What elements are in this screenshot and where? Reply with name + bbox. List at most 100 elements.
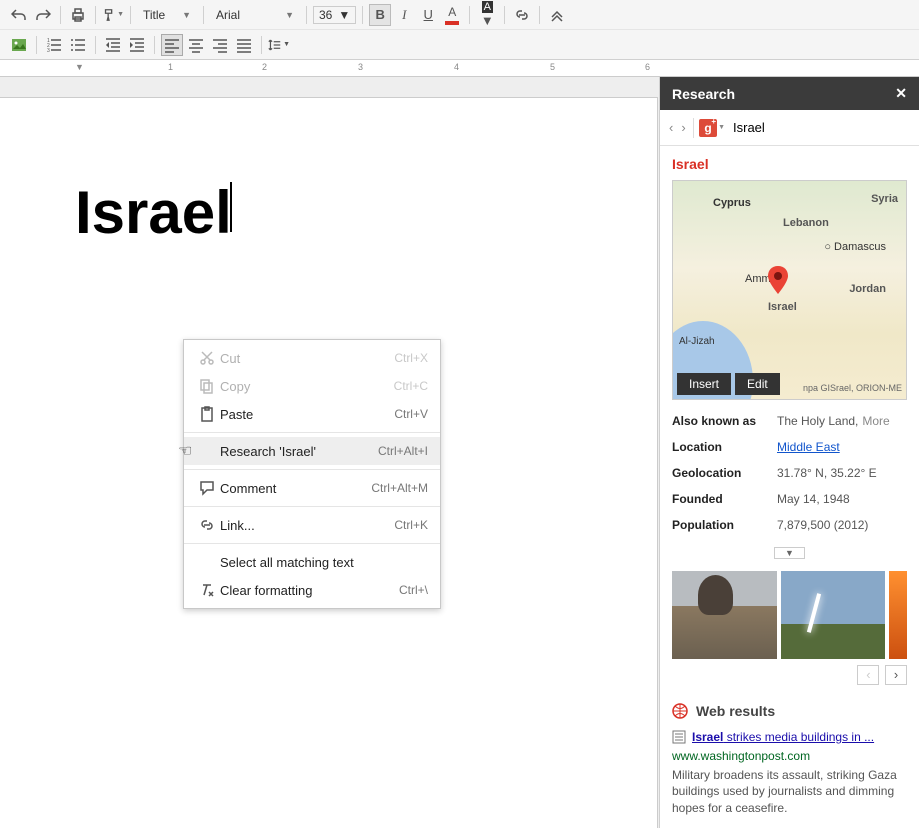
highlight-color-button[interactable]: A▼ [476, 4, 498, 26]
separator [539, 6, 540, 24]
research-title: Research [672, 86, 735, 102]
ctx-shortcut: Ctrl+V [394, 407, 428, 421]
bulleted-list-button[interactable] [67, 34, 89, 56]
style-value: Title [143, 8, 165, 22]
thumbnail-image[interactable] [781, 571, 886, 659]
horizontal-ruler[interactable]: ▼ 1 2 3 4 5 6 [0, 60, 919, 77]
ruler-number: 6 [645, 62, 650, 72]
insert-image-button[interactable] [8, 34, 30, 56]
research-search-input[interactable] [731, 118, 911, 137]
font-size-select[interactable]: 36 ▼ [313, 6, 356, 24]
size-value: 36 [319, 8, 332, 22]
italic-button[interactable]: I [393, 4, 415, 26]
ctx-paste[interactable]: Paste Ctrl+V [184, 400, 440, 428]
separator [504, 6, 505, 24]
bold-button[interactable]: B [369, 4, 391, 26]
news-icon [672, 730, 686, 744]
chevron-down-icon: ▼ [182, 10, 191, 20]
close-icon[interactable]: ✕ [895, 85, 907, 102]
print-button[interactable] [67, 4, 89, 26]
text-cursor [230, 182, 232, 232]
text-color-button[interactable]: A [441, 4, 463, 26]
align-right-button[interactable] [209, 34, 231, 56]
document-title-text[interactable]: Israel [75, 179, 232, 246]
ctx-label: Paste [218, 407, 394, 422]
ruler-number: 2 [262, 62, 267, 72]
info-row-location: Location Middle East [672, 434, 907, 460]
line-spacing-button[interactable]: ▼ [268, 34, 290, 56]
web-results-section: Web results Israel strikes media buildin… [672, 703, 907, 817]
thumbnail-nav: ‹ › [672, 665, 907, 685]
toolbar-formatting: ▼ Title ▼ Arial▼ 36 ▼ B I U A A▼ [0, 0, 919, 30]
google-plus-icon: g+ [699, 119, 717, 137]
redo-button[interactable] [32, 4, 54, 26]
search-provider-select[interactable]: g+▼ [699, 119, 725, 137]
ctx-research[interactable]: ☜ Research 'Israel' Ctrl+Alt+I [184, 437, 440, 465]
map-label: Al-Jizah [679, 336, 715, 347]
font-family-select[interactable]: Arial▼ [210, 6, 300, 24]
web-result-item: Israel strikes media buildings in ... ww… [672, 729, 907, 817]
align-center-button[interactable] [185, 34, 207, 56]
paint-format-button[interactable]: ▼ [102, 4, 124, 26]
ctx-shortcut: Ctrl+Alt+I [378, 444, 428, 458]
thumbnail-image[interactable] [889, 571, 907, 659]
separator [469, 6, 470, 24]
collapse-toolbar-button[interactable] [546, 4, 568, 26]
expand-info-button[interactable]: ▼ [672, 544, 907, 559]
separator [261, 36, 262, 54]
ctx-clear-formatting[interactable]: Clear formatting Ctrl+\ [184, 576, 440, 604]
align-left-button[interactable] [161, 34, 183, 56]
location-link[interactable]: Middle East [777, 440, 840, 454]
map-label: ○ Damascus [824, 241, 886, 253]
web-result-title[interactable]: Israel strikes media buildings in ... [672, 729, 907, 746]
research-header: Research ✕ [660, 77, 919, 110]
map-label: Cyprus [713, 197, 751, 209]
numbered-list-button[interactable]: 123 [43, 34, 65, 56]
outdent-button[interactable] [102, 34, 124, 56]
map-credit: npa GISrael, ORION-ME [803, 383, 902, 393]
underline-button[interactable]: U [417, 4, 439, 26]
result-map[interactable]: Cyprus Syria Lebanon ○ Damascus Amman Is… [672, 180, 907, 400]
map-edit-button[interactable]: Edit [735, 373, 780, 395]
info-value: Middle East [777, 440, 907, 454]
undo-button[interactable] [8, 4, 30, 26]
info-value: 31.78° N, 35.22° E [777, 466, 907, 480]
align-justify-button[interactable] [233, 34, 255, 56]
web-result-url: www.washingtonpost.com [672, 748, 907, 765]
info-value: 7,879,500 (2012) [777, 518, 907, 532]
nav-forward-button[interactable]: › [680, 118, 686, 138]
menu-separator [184, 432, 440, 433]
ctx-comment[interactable]: Comment Ctrl+Alt+M [184, 474, 440, 502]
web-results-heading: Web results [672, 703, 907, 719]
info-row-aka: Also known as The Holy Land,More [672, 408, 907, 434]
info-label: Geolocation [672, 466, 777, 480]
ruler-number: 5 [550, 62, 555, 72]
chevron-down-icon: ▼ [338, 8, 350, 22]
more-link[interactable]: More [862, 414, 889, 428]
thumb-prev-button[interactable]: ‹ [857, 665, 879, 685]
thumbnail-image[interactable] [672, 571, 777, 659]
map-pin-icon [768, 266, 788, 294]
info-row-founded: Founded May 14, 1948 [672, 486, 907, 512]
info-label: Population [672, 518, 777, 532]
insert-link-button[interactable] [511, 4, 533, 26]
separator [60, 6, 61, 24]
separator [36, 36, 37, 54]
nav-back-button[interactable]: ‹ [668, 118, 674, 138]
link-icon [196, 517, 218, 533]
web-result-snippet: Military broadens its assault, striking … [672, 767, 907, 817]
paragraph-style-select[interactable]: Title ▼ [137, 6, 197, 24]
globe-icon [672, 703, 688, 719]
map-insert-button[interactable]: Insert [677, 373, 731, 395]
ctx-shortcut: Ctrl+\ [399, 583, 428, 597]
ctx-label: Select all matching text [218, 555, 428, 570]
chevron-down-icon: ▼ [774, 547, 805, 559]
thumb-next-button[interactable]: › [885, 665, 907, 685]
svg-text:3: 3 [47, 48, 50, 53]
ctx-link[interactable]: Link... Ctrl+K [184, 511, 440, 539]
ctx-copy: Copy Ctrl+C [184, 372, 440, 400]
hand-cursor-icon: ☜ [178, 441, 192, 461]
ctx-select-matching[interactable]: Select all matching text [184, 548, 440, 576]
ruler-number: 1 [168, 62, 173, 72]
indent-button[interactable] [126, 34, 148, 56]
